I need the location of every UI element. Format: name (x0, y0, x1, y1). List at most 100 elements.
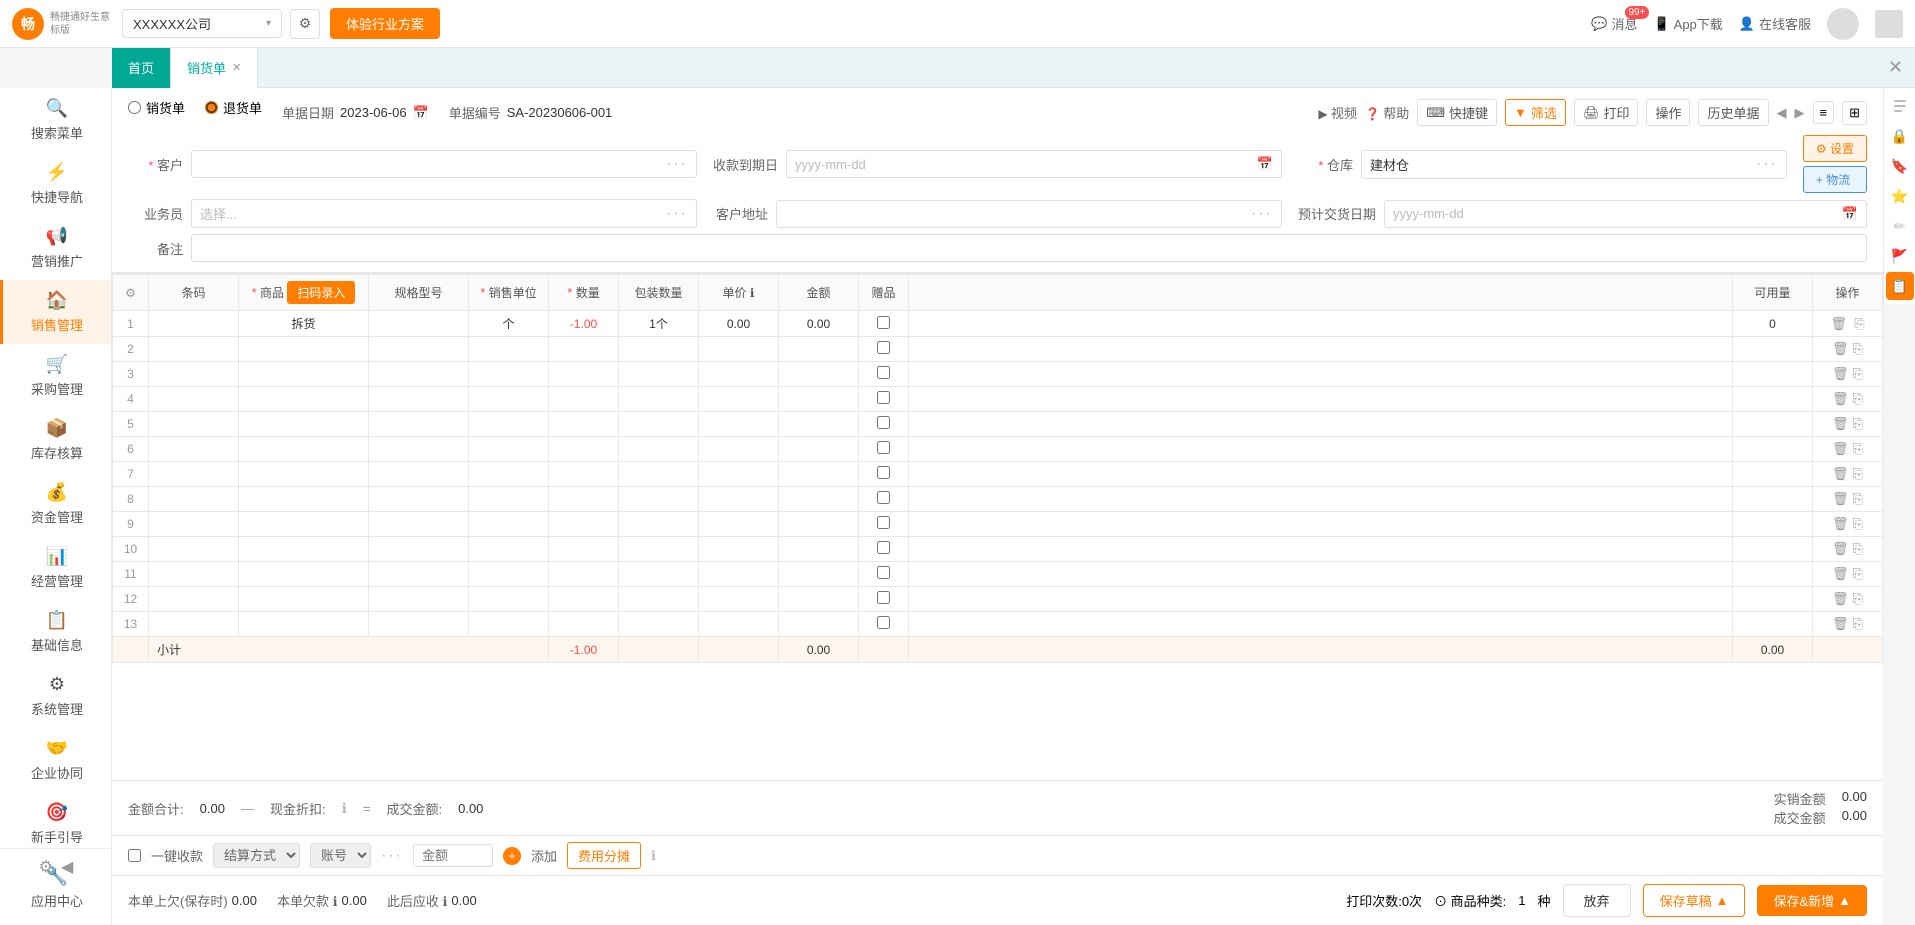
payment-account-select[interactable]: 账号 (310, 843, 371, 868)
copy-icon[interactable]: ⎘ (1854, 316, 1864, 331)
row-gift[interactable] (859, 587, 909, 612)
add-payment-btn[interactable]: + (503, 847, 521, 865)
row-gift[interactable] (859, 437, 909, 462)
row-qty[interactable] (549, 612, 619, 637)
row-unit[interactable] (469, 487, 549, 512)
row-barcode[interactable] (149, 387, 239, 412)
row-product[interactable] (239, 512, 369, 537)
payment-due-input[interactable]: yyyy-mm-dd 📅 (786, 150, 1282, 178)
row-barcode[interactable] (149, 311, 239, 337)
delete-icon[interactable]: 🗑 (1832, 441, 1849, 456)
delete-icon[interactable]: 🗑 (1832, 516, 1849, 531)
operate-btn[interactable]: 操作 (1646, 99, 1690, 126)
rs-icon-1[interactable] (1886, 92, 1914, 120)
copy-icon[interactable]: ⎘ (1853, 591, 1863, 606)
row-amount[interactable] (779, 437, 859, 462)
sidebar-item-purchase[interactable]: 🛒 采购管理 (0, 344, 111, 408)
row-barcode[interactable] (149, 612, 239, 637)
save-new-arrow-icon[interactable]: ▲ (1838, 893, 1851, 908)
expected-date-calendar-icon[interactable]: 📅 (1842, 206, 1858, 222)
copy-icon[interactable]: ⎘ (1853, 616, 1863, 631)
gift-checkbox[interactable] (877, 616, 890, 629)
tab-home[interactable]: 首页 (112, 48, 171, 88)
row-unit[interactable] (469, 362, 549, 387)
rs-icon-6[interactable]: 🚩 (1886, 242, 1914, 270)
row-pkg[interactable] (619, 612, 699, 637)
video-btn[interactable]: ▶ 视频 (1318, 103, 1357, 122)
sidebar-item-quicknav[interactable]: ⚡ 快捷导航 (0, 152, 111, 216)
trial-button[interactable]: 体验行业方案 (330, 8, 440, 39)
close-tab-button[interactable]: ✕ (1888, 57, 1903, 78)
copy-icon[interactable]: ⎘ (1853, 391, 1863, 406)
row-unit[interactable]: 个 (469, 311, 549, 337)
sidebar-item-search[interactable]: 🔍 搜索菜单 (0, 88, 111, 152)
row-price[interactable]: 0.00 (699, 311, 779, 337)
row-spec[interactable] (369, 462, 469, 487)
row-unit[interactable] (469, 537, 549, 562)
delete-icon[interactable]: 🗑 (1832, 366, 1849, 381)
row-barcode[interactable] (149, 537, 239, 562)
row-barcode[interactable] (149, 587, 239, 612)
tab-sales-order[interactable]: 销货单 ✕ (171, 48, 258, 88)
copy-icon[interactable]: ⎘ (1853, 516, 1863, 531)
sidebar-item-marketing[interactable]: 📢 营销推广 (0, 216, 111, 280)
row-gift[interactable] (859, 387, 909, 412)
row-gift[interactable] (859, 612, 909, 637)
row-gift[interactable] (859, 311, 909, 337)
sidebar-item-guide[interactable]: 🎯 新手引导 (0, 792, 111, 856)
copy-icon[interactable]: ⎘ (1853, 491, 1863, 506)
row-spec[interactable] (369, 562, 469, 587)
row-amount[interactable] (779, 462, 859, 487)
customer-input[interactable]: ··· (191, 150, 697, 178)
row-pkg[interactable] (619, 337, 699, 362)
row-gift[interactable] (859, 487, 909, 512)
sales-order-radio[interactable]: 销货单 (128, 98, 185, 117)
row-spec[interactable] (369, 512, 469, 537)
row-price[interactable] (699, 437, 779, 462)
row-product[interactable] (239, 537, 369, 562)
sidebar-settings-icon[interactable]: ⚙ (39, 857, 53, 877)
row-product[interactable] (239, 562, 369, 587)
online-service-button[interactable]: 👤 在线客服 (1739, 14, 1811, 33)
delete-icon[interactable]: 🗑 (1832, 616, 1849, 631)
copy-icon[interactable]: ⎘ (1853, 441, 1863, 456)
row-amount[interactable] (779, 387, 859, 412)
row-unit[interactable] (469, 612, 549, 637)
row-amount[interactable] (779, 487, 859, 512)
delete-icon[interactable]: 🗑 (1832, 466, 1849, 481)
gift-checkbox[interactable] (877, 566, 890, 579)
row-pkg[interactable] (619, 537, 699, 562)
shortcut-btn[interactable]: ⌨ 快捷键 (1417, 99, 1497, 126)
row-price[interactable] (699, 412, 779, 437)
abandon-button[interactable]: 放弃 (1563, 884, 1631, 917)
row-pkg[interactable] (619, 462, 699, 487)
payment-method-select[interactable]: 结算方式 (213, 843, 300, 868)
rs-icon-2[interactable]: 🔒 (1886, 122, 1914, 150)
row-pkg[interactable] (619, 362, 699, 387)
sidebar-item-operations[interactable]: 📊 经营管理 (0, 536, 111, 600)
row-unit[interactable] (469, 587, 549, 612)
rs-icon-5[interactable]: ✏ (1886, 212, 1914, 240)
row-product[interactable] (239, 412, 369, 437)
row-qty[interactable] (549, 387, 619, 412)
copy-icon[interactable]: ⎘ (1853, 566, 1863, 581)
gift-checkbox[interactable] (877, 441, 890, 454)
row-product[interactable] (239, 462, 369, 487)
row-pkg[interactable] (619, 412, 699, 437)
rs-icon-3[interactable]: 🔖 (1886, 152, 1914, 180)
rs-icon-4[interactable]: ⭐ (1886, 182, 1914, 210)
return-order-radio-input[interactable] (205, 101, 218, 114)
avatar[interactable] (1827, 8, 1859, 40)
row-spec[interactable] (369, 337, 469, 362)
row-product[interactable] (239, 387, 369, 412)
app-download-button[interactable]: 📱 App下载 (1653, 14, 1722, 33)
delete-icon[interactable]: 🗑 (1832, 566, 1849, 581)
expense-split-btn[interactable]: 费用分摊 (567, 842, 641, 869)
warehouse-input[interactable]: 建材仓 ··· (1361, 150, 1787, 179)
delete-icon[interactable]: 🗑 (1832, 591, 1849, 606)
sidebar-item-system[interactable]: ⚙ 系统管理 (0, 664, 111, 728)
row-unit[interactable] (469, 412, 549, 437)
delete-icon[interactable]: 🗑 (1830, 316, 1847, 331)
row-unit[interactable] (469, 437, 549, 462)
row-barcode[interactable] (149, 362, 239, 387)
